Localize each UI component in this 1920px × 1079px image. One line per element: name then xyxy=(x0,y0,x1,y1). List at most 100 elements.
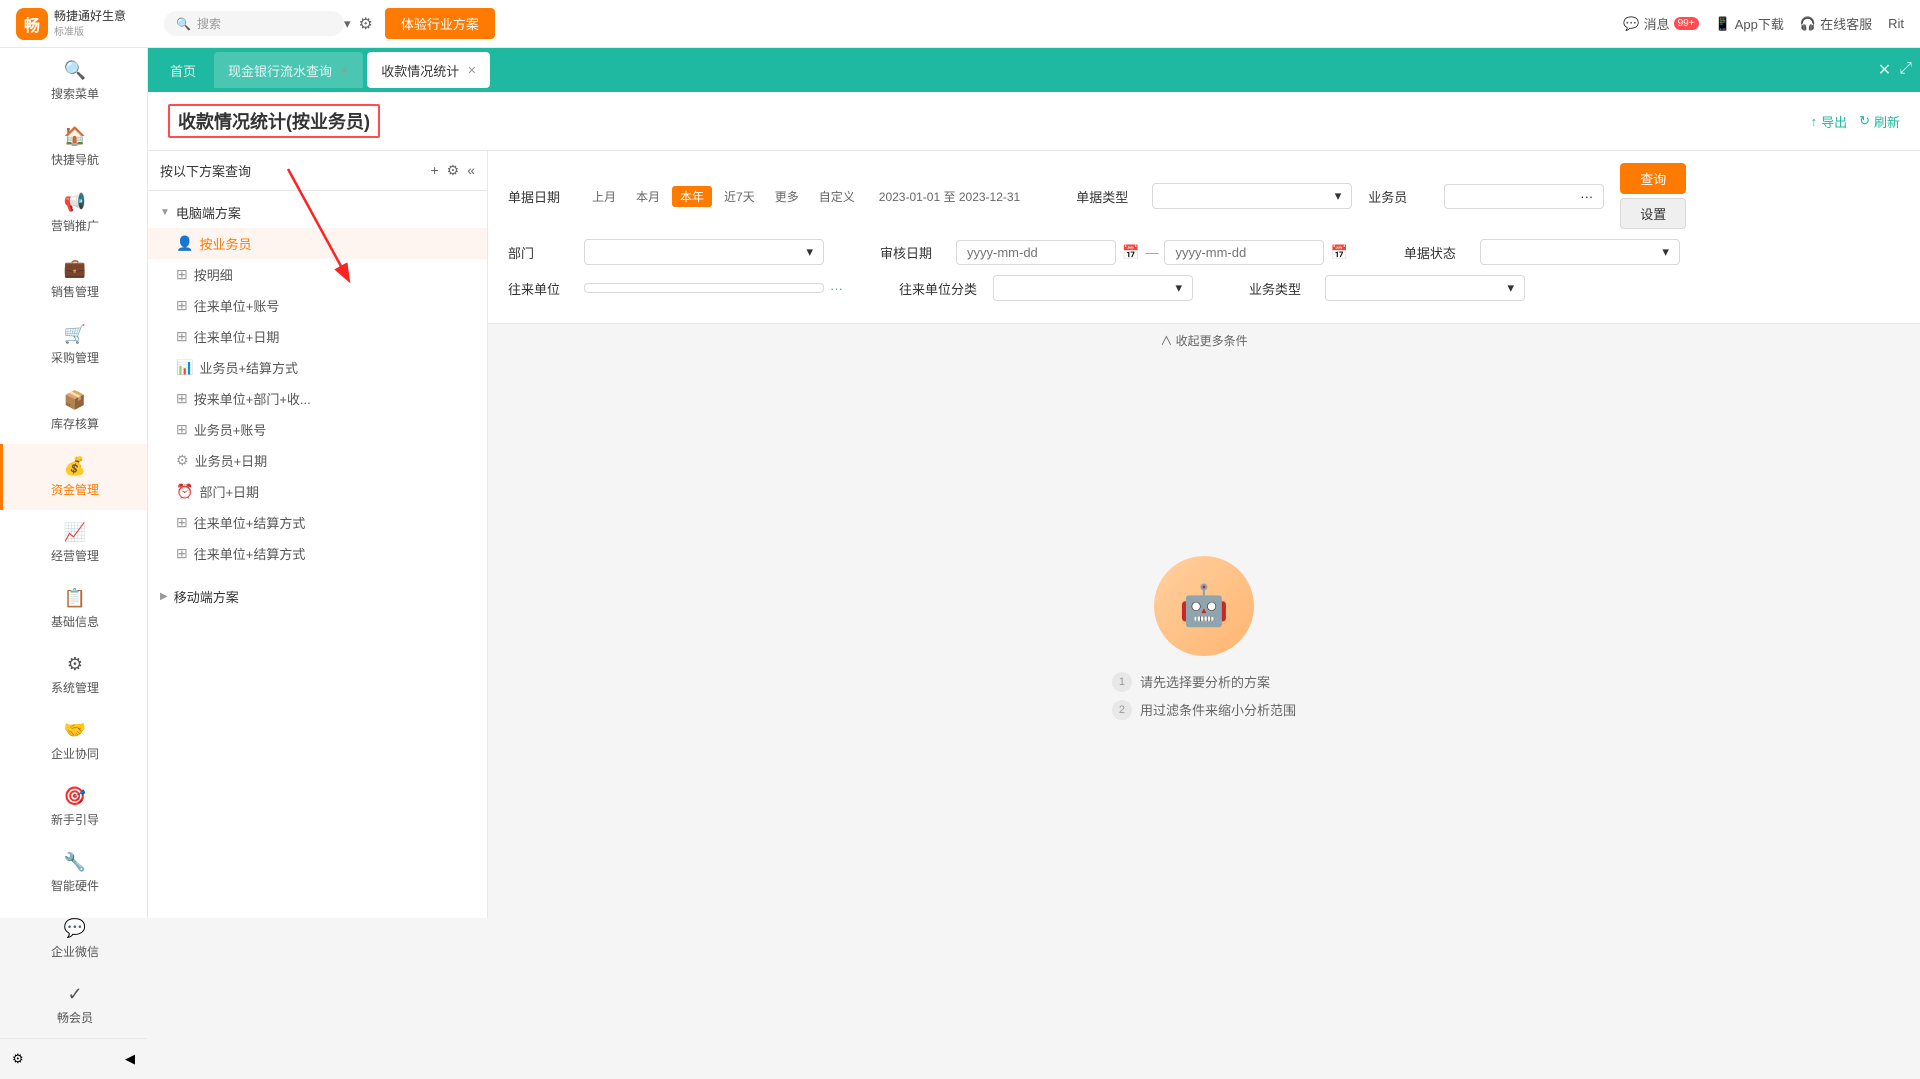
tree-item-partner-dept[interactable]: ⊞ 按来单位+部门+收... xyxy=(148,383,487,414)
sidebar-item-search[interactable]: 🔍 搜索菜单 xyxy=(0,48,147,114)
logo-text: 畅捷通好生意 xyxy=(54,9,126,23)
member-icon: ✓ xyxy=(67,984,82,1005)
date-tab-this-month[interactable]: 本月 xyxy=(628,186,668,207)
logo-text-block: 畅捷通好生意 标准版 xyxy=(54,9,126,38)
sidebar-settings-icon[interactable]: ⚙ xyxy=(12,1051,24,1067)
tab-bank-flow-close[interactable]: ✕ xyxy=(340,64,349,77)
sidebar-item-system[interactable]: ⚙ 系统管理 xyxy=(0,642,147,708)
panel-collapse-icon[interactable]: « xyxy=(467,162,475,179)
empty-state: 🤖 1 请先选择要分析的方案 2 用过滤条件来缩小分析范围 xyxy=(488,357,1920,918)
user-name: Rit xyxy=(1888,16,1904,31)
nav-icon: 🏠 xyxy=(64,126,86,147)
date-tab-this-year[interactable]: 本年 xyxy=(672,186,712,207)
tab-home[interactable]: 首页 xyxy=(156,52,210,88)
trial-btn[interactable]: 体验行业方案 xyxy=(385,8,495,39)
header-dropdown-icon[interactable]: ▾ xyxy=(344,16,351,32)
review-date-start[interactable] xyxy=(956,240,1116,265)
online-service-btn[interactable]: 🎧 在线客服 xyxy=(1800,14,1872,33)
tree-item-partner-date[interactable]: ⊞ 往来单位+日期 xyxy=(148,321,487,352)
filter-area: 单据日期 上月 本月 本年 近7天 更多 自定义 2023-01-01 至 xyxy=(488,151,1920,323)
sidebar-item-basic[interactable]: 📋 基础信息 xyxy=(0,576,147,642)
salesperson-label: 业务员 xyxy=(1368,187,1428,206)
system-icon: ⚙ xyxy=(67,654,83,675)
review-date-end[interactable] xyxy=(1164,240,1324,265)
tree-item-salesperson-label: 按业务员 xyxy=(199,234,251,253)
sidebar-item-sales[interactable]: 💼 销售管理 xyxy=(0,246,147,312)
panel-add-icon[interactable]: + xyxy=(430,162,438,179)
calendar-start-icon[interactable]: 📅 xyxy=(1122,244,1139,261)
tab-collection-stats[interactable]: 收款情况统计 ✕ xyxy=(367,52,490,88)
filter-row-date: 单据日期 上月 本月 本年 近7天 更多 自定义 2023-01-01 至 xyxy=(508,163,1900,229)
sidebar-item-operations[interactable]: 📈 经营管理 xyxy=(0,510,147,576)
export-label: 导出 xyxy=(1821,112,1847,131)
export-btn[interactable]: ↑ 导出 xyxy=(1811,112,1848,131)
app-download-label: App下载 xyxy=(1735,14,1784,33)
collapse-bar[interactable]: ∧ 收起更多条件 xyxy=(488,323,1920,357)
tree-item-partner-account[interactable]: ⊞ 往来单位+账号 xyxy=(148,290,487,321)
sidebar-collapse-icon[interactable]: ◀ xyxy=(125,1051,135,1067)
tree-item-by-detail[interactable]: ⊞ 按明细 xyxy=(148,259,487,290)
refresh-btn[interactable]: ↻ 刷新 xyxy=(1859,112,1900,131)
settings-btn[interactable]: 设置 xyxy=(1620,198,1686,229)
tree-item-salesperson-date[interactable]: ⚙ 业务员+日期 xyxy=(148,445,487,476)
left-panel-header: 按以下方案查询 + ⚙ « xyxy=(148,151,487,191)
header-settings-icon[interactable]: ⚙ xyxy=(359,14,373,34)
partner-select[interactable] xyxy=(584,283,824,293)
tip-text-1: 请先选择要分析的方案 xyxy=(1140,672,1270,691)
tree-group-desktop[interactable]: ▼ 电脑端方案 xyxy=(148,197,487,228)
tree-item-dept-date[interactable]: ⏰ 部门+日期 xyxy=(148,476,487,507)
dept-chevron: ▾ xyxy=(806,244,813,260)
sidebar-item-wechat[interactable]: 💬 企业微信 xyxy=(0,906,147,972)
date-tab-custom[interactable]: 自定义 xyxy=(811,186,863,207)
tree-item-partner-settlement1[interactable]: ⊞ 往来单位+结算方式 xyxy=(148,507,487,538)
date-tab-last-month[interactable]: 上月 xyxy=(584,186,624,207)
page-header-right: ↑ 导出 ↻ 刷新 xyxy=(1811,112,1900,131)
sidebar-item-member[interactable]: ✓ 畅会员 xyxy=(0,972,147,1038)
tab-collection-stats-close[interactable]: ✕ xyxy=(467,64,476,77)
tree-item-salesperson-account[interactable]: ⊞ 业务员+账号 xyxy=(148,414,487,445)
tree-group-mobile[interactable]: ▶ 移动端方案 xyxy=(148,581,487,612)
partner-category-select[interactable]: ▾ xyxy=(993,275,1193,301)
date-tab-more[interactable]: 更多 xyxy=(767,186,807,207)
hardware-icon: 🔧 xyxy=(64,852,86,873)
sidebar-item-inventory-label: 库存核算 xyxy=(51,415,99,432)
sidebar-item-finance-label: 资金管理 xyxy=(51,481,99,498)
sidebar-item-enterprise[interactable]: 🤝 企业协同 xyxy=(0,708,147,774)
panel-settings-icon[interactable]: ⚙ xyxy=(447,162,460,179)
basic-icon: 📋 xyxy=(64,588,86,609)
calendar-end-icon[interactable]: 📅 xyxy=(1330,244,1347,261)
doc-status-select[interactable]: ▾ xyxy=(1480,239,1680,265)
doc-status-label: 单据状态 xyxy=(1404,243,1464,262)
header-search[interactable]: 🔍 搜索 xyxy=(164,11,344,36)
tree-item-dd-icon: ⏰ xyxy=(176,483,193,500)
sidebar-item-inventory[interactable]: 📦 库存核算 xyxy=(0,378,147,444)
query-btn[interactable]: 查询 xyxy=(1620,163,1686,194)
tree-item-by-salesperson[interactable]: 👤 按业务员 xyxy=(148,228,487,259)
date-tab-7days[interactable]: 近7天 xyxy=(716,186,763,207)
triangle-icon: ▼ xyxy=(160,207,170,218)
date-end: 2023-12-31 xyxy=(959,190,1020,204)
sidebar-item-guide[interactable]: 🎯 新手引导 xyxy=(0,774,147,840)
biz-type-select[interactable]: ▾ xyxy=(1325,275,1525,301)
salesperson-select[interactable]: ··· xyxy=(1444,184,1604,209)
user-avatar[interactable]: Rit xyxy=(1888,16,1904,31)
app-download-btn[interactable]: 📱 App下载 xyxy=(1715,14,1784,33)
tab-close-all-icon[interactable]: ✕ xyxy=(1878,60,1891,80)
sidebar-item-hardware[interactable]: 🔧 智能硬件 xyxy=(0,840,147,906)
inventory-icon: 📦 xyxy=(64,390,86,411)
tree-item-ss-icon: 📊 xyxy=(176,359,193,376)
tree-item-sa-icon: ⊞ xyxy=(176,421,188,438)
message-btn[interactable]: 💬 消息 99+ xyxy=(1623,14,1698,33)
salesperson-ellipsis: ··· xyxy=(1580,189,1593,204)
sidebar-item-marketing[interactable]: 📢 营销推广 xyxy=(0,180,147,246)
tree-item-salesperson-settlement[interactable]: 📊 业务员+结算方式 xyxy=(148,352,487,383)
partner-more-btn[interactable]: ··· xyxy=(830,281,843,296)
sidebar-item-finance[interactable]: 💰 资金管理 xyxy=(0,444,147,510)
doc-type-select[interactable]: ▾ xyxy=(1152,183,1352,209)
sidebar-item-purchase[interactable]: 🛒 采购管理 xyxy=(0,312,147,378)
dept-select[interactable]: ▾ xyxy=(584,239,824,265)
sidebar-item-nav[interactable]: 🏠 快捷导航 xyxy=(0,114,147,180)
tab-expand-icon[interactable]: ⤢ xyxy=(1899,60,1912,80)
tree-item-partner-settlement2[interactable]: ⊞ 往来单位+结算方式 xyxy=(148,538,487,569)
tab-bank-flow[interactable]: 现金银行流水查询 ✕ xyxy=(214,52,363,88)
